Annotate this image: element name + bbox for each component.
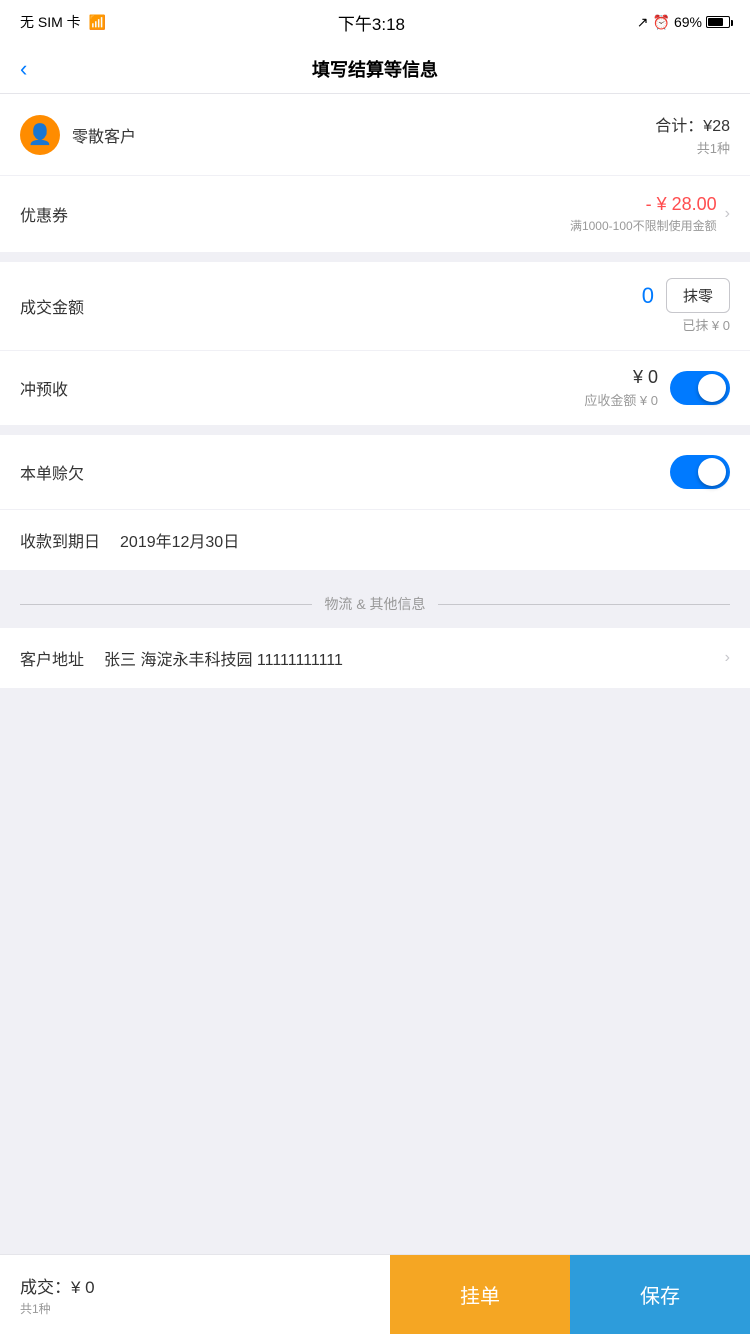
debt-row: 本单赊欠 <box>0 435 750 509</box>
bottom-bar: 成交：¥ 0 共1种 挂单 保存 <box>0 1254 750 1334</box>
prepayment-label: 冲预收 <box>20 376 68 400</box>
coupon-value-col: - ¥ 28.00 满1000-100不限制使用金额 <box>570 194 717 234</box>
due-date-label: 收款到期日 <box>20 528 100 552</box>
avatar-icon: 👤 <box>28 122 53 147</box>
sim-status: 无 SIM 卡 <box>20 12 81 32</box>
main-content: 👤 零散客户 合计：¥28 共1种 优惠券 - ¥ 28.00 满1000-10… <box>0 94 750 818</box>
location-icon: ↗ <box>637 14 649 31</box>
customer-left: 👤 零散客户 <box>20 115 136 155</box>
summary-label: 成交： <box>20 1278 71 1297</box>
coupon-description: 满1000-100不限制使用金额 <box>570 217 717 234</box>
logistics-section: 物流 & 其他信息 <box>0 580 750 628</box>
nav-bar: ‹ 填写结算等信息 <box>0 44 750 94</box>
battery-icon <box>706 16 730 28</box>
address-row[interactable]: 客户地址 张三 海淀永丰科技园 11111111111 › <box>0 628 750 688</box>
pending-button[interactable]: 挂单 <box>390 1255 570 1334</box>
logistics-line-right <box>438 604 730 605</box>
customer-right: 合计：¥28 共1种 <box>655 112 730 157</box>
alarm-icon: ⏰ <box>653 14 670 31</box>
address-chevron-icon: › <box>725 649 730 667</box>
logistics-line-left <box>20 604 312 605</box>
coupon-label: 优惠券 <box>20 202 68 226</box>
customer-name: 零散客户 <box>72 123 136 147</box>
battery-percent: 69% <box>674 14 702 30</box>
debt-label: 本单赊欠 <box>20 460 84 484</box>
status-right: ↗ ⏰ 69% <box>637 14 730 31</box>
coupon-row[interactable]: 优惠券 - ¥ 28.00 满1000-100不限制使用金额 › <box>0 175 750 252</box>
summary-amount: ¥ 0 <box>71 1278 95 1297</box>
customer-avatar: 👤 <box>20 115 60 155</box>
prepayment-sub: 应收金额 ¥ 0 <box>584 390 658 409</box>
prepayment-amount-col: ¥ 0 应收金额 ¥ 0 <box>584 367 658 409</box>
transaction-amount-label: 成交金额 <box>20 294 84 318</box>
round-button[interactable]: 抹零 <box>666 278 730 313</box>
customer-card: 👤 零散客户 合计：¥28 共1种 优惠券 - ¥ 28.00 满1000-10… <box>0 94 750 252</box>
address-label: 客户地址 <box>20 646 84 670</box>
transaction-amount-value: 0 <box>642 283 654 309</box>
transaction-amount-row: 成交金额 0 抹零 已抹 ¥ 0 <box>0 262 750 351</box>
bottom-spacer <box>0 698 750 818</box>
total-count: 共1种 <box>655 138 730 157</box>
prepayment-toggle-knob <box>698 374 726 402</box>
bottom-summary-sub: 共1种 <box>20 1300 370 1317</box>
back-button[interactable]: ‹ <box>20 56 27 82</box>
total-amount: 合计：¥28 <box>655 112 730 136</box>
save-button[interactable]: 保存 <box>570 1255 750 1334</box>
transaction-amount-value-col: 0 抹零 <box>642 278 730 313</box>
address-value: 张三 海淀永丰科技园 11111111111 <box>104 646 725 670</box>
transaction-amount-sub: 已抹 ¥ 0 <box>682 315 730 334</box>
debt-card: 本单赊欠 收款到期日 2019年12月30日 <box>0 435 750 570</box>
prepayment-row: 冲预收 ¥ 0 应收金额 ¥ 0 <box>0 351 750 425</box>
coupon-discount: - ¥ 28.00 <box>570 194 717 215</box>
customer-row: 👤 零散客户 合计：¥28 共1种 <box>0 94 750 175</box>
bottom-summary-top: 成交：¥ 0 <box>20 1273 370 1298</box>
status-left: 无 SIM 卡 📶 <box>20 12 106 32</box>
address-card: 客户地址 张三 海淀永丰科技园 11111111111 › <box>0 628 750 688</box>
debt-toggle-knob <box>698 458 726 486</box>
bottom-summary: 成交：¥ 0 共1种 <box>0 1273 390 1317</box>
logistics-label: 物流 & 其他信息 <box>324 594 425 614</box>
debt-toggle[interactable] <box>670 455 730 489</box>
coupon-chevron-icon: › <box>725 205 730 223</box>
prepayment-amount: ¥ 0 <box>584 367 658 388</box>
wifi-icon: 📶 <box>89 14 106 31</box>
due-date-row: 收款到期日 2019年12月30日 <box>0 509 750 570</box>
due-date-value: 2019年12月30日 <box>120 528 239 552</box>
prepayment-toggle[interactable] <box>670 371 730 405</box>
page-title: 填写结算等信息 <box>312 56 438 82</box>
coupon-right: - ¥ 28.00 满1000-100不限制使用金额 › <box>570 194 730 234</box>
transaction-card: 成交金额 0 抹零 已抹 ¥ 0 冲预收 ¥ 0 应收金额 ¥ 0 <box>0 262 750 425</box>
status-time: 下午3:18 <box>338 10 405 35</box>
status-bar: 无 SIM 卡 📶 下午3:18 ↗ ⏰ 69% <box>0 0 750 44</box>
